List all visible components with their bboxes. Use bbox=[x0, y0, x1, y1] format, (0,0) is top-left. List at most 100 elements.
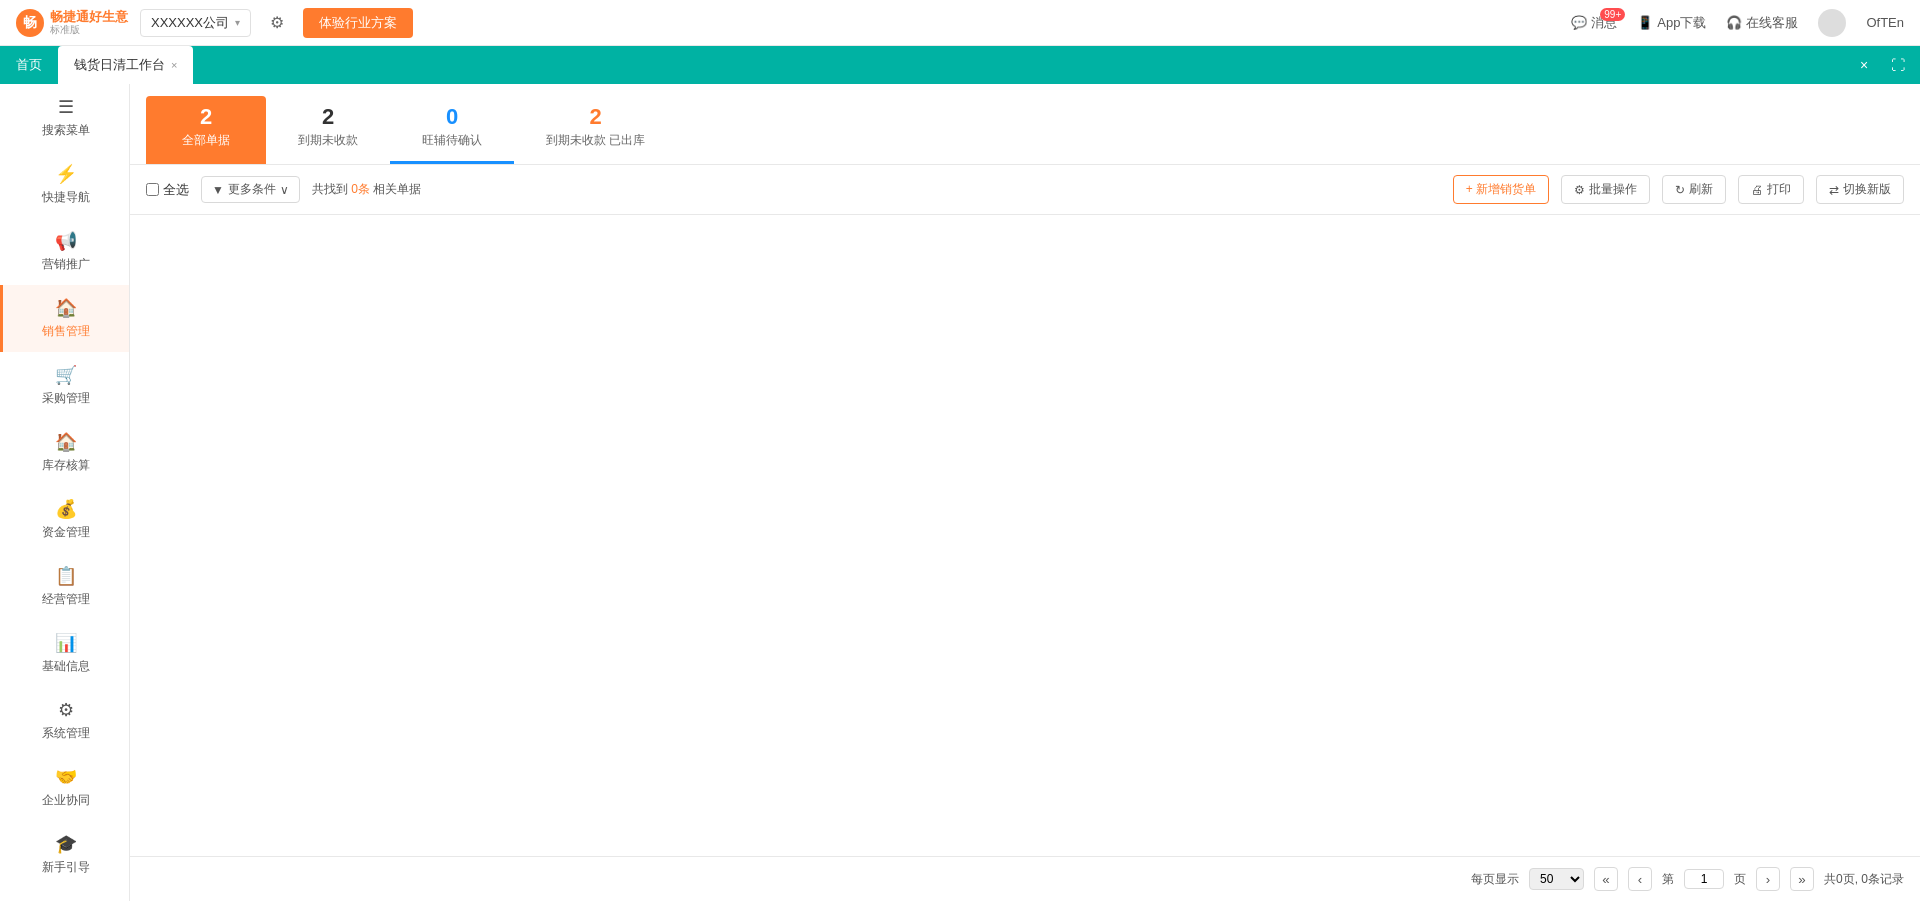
tab-expand-icon[interactable]: ⛶ bbox=[1886, 53, 1910, 77]
stat-tab-unshipped[interactable]: 2 到期未收款 已出库 bbox=[514, 96, 677, 164]
pagination-bar: 每页显示 50 10 20 100 « ‹ 第 页 › » 共0页, 0条记录 bbox=[130, 856, 1920, 901]
app-download-action[interactable]: 📱 App下载 bbox=[1637, 14, 1706, 32]
message-icon: 💬 bbox=[1571, 15, 1587, 30]
sidebar-label-capital-mgmt: 资金管理 bbox=[42, 524, 90, 541]
add-sales-order-button[interactable]: + 新增销货单 bbox=[1453, 175, 1549, 204]
sidebar-item-quick-nav[interactable]: ⚡ 快捷导航 bbox=[0, 151, 129, 218]
sidebar-item-beginner-guide[interactable]: 🎓 新手引导 bbox=[0, 821, 129, 888]
sidebar-item-operations-mgmt[interactable]: 📋 经营管理 bbox=[0, 553, 129, 620]
sidebar-label-inventory: 库存核算 bbox=[42, 457, 90, 474]
page-number-input[interactable] bbox=[1684, 869, 1724, 889]
found-suffix: 相关单据 bbox=[373, 182, 421, 196]
logo-text-sub: 标准版 bbox=[50, 24, 128, 36]
tab-collapse-icon[interactable]: × bbox=[1852, 53, 1876, 77]
first-page-button[interactable]: « bbox=[1594, 867, 1618, 891]
sidebar: ☰ 搜索菜单 ⚡ 快捷导航 📢 营销推广 🏠 销售管理 🛒 采购管理 🏠 库存核… bbox=[0, 84, 130, 901]
sidebar-item-enterprise-collab[interactable]: 🤝 企业协同 bbox=[0, 754, 129, 821]
last-page-button[interactable]: » bbox=[1790, 867, 1814, 891]
toolbar-right: + 新增销货单 ⚙ 批量操作 ↻ 刷新 🖨 打印 ⇄ 切换新版 bbox=[1453, 175, 1904, 204]
print-icon: 🖨 bbox=[1751, 183, 1763, 197]
select-all-label: 全选 bbox=[163, 181, 189, 199]
prev-page-button[interactable]: ‹ bbox=[1628, 867, 1652, 891]
page-label: 第 bbox=[1662, 871, 1674, 888]
switch-version-button[interactable]: ⇄ 切换新版 bbox=[1816, 175, 1904, 204]
print-button[interactable]: 🖨 打印 bbox=[1738, 175, 1804, 204]
app-download-label: App下载 bbox=[1657, 14, 1706, 32]
sales-mgmt-icon: 🏠 bbox=[55, 297, 77, 319]
online-service-action[interactable]: 🎧 在线客服 bbox=[1726, 14, 1798, 32]
sidebar-label-sales-mgmt: 销售管理 bbox=[42, 323, 90, 340]
header-left: 畅 畅捷通好生意 标准版 XXXXXX公司 ▾ ⚙ 体验行业方案 bbox=[16, 8, 413, 38]
sidebar-item-basic-info[interactable]: 📊 基础信息 bbox=[0, 620, 129, 687]
batch-icon: ⚙ bbox=[1574, 183, 1585, 197]
sidebar-label-marketing: 营销推广 bbox=[42, 256, 90, 273]
tab-bar-actions: × ⛶ bbox=[1852, 53, 1920, 77]
stat-count-overdue: 2 bbox=[322, 104, 334, 130]
headset-icon: 🎧 bbox=[1726, 15, 1742, 30]
beginner-guide-icon: 🎓 bbox=[55, 833, 77, 855]
sidebar-item-search-menu[interactable]: ☰ 搜索菜单 bbox=[0, 84, 129, 151]
marketing-icon: 📢 bbox=[55, 230, 77, 252]
chevron-down-icon: ▾ bbox=[235, 17, 240, 28]
operations-mgmt-icon: 📋 bbox=[55, 565, 77, 587]
top-header: 畅 畅捷通好生意 标准版 XXXXXX公司 ▾ ⚙ 体验行业方案 💬 消息 99… bbox=[0, 0, 1920, 46]
switch-label: 切换新版 bbox=[1843, 181, 1891, 198]
refresh-button[interactable]: ↻ 刷新 bbox=[1662, 175, 1726, 204]
per-page-select[interactable]: 50 10 20 100 bbox=[1529, 868, 1584, 890]
content-area: 2 全部单据 2 到期未收款 0 旺辅待确认 2 到期未收款 已出库 全选 bbox=[130, 84, 1920, 901]
sidebar-item-app-center[interactable]: 📦 应用中心 bbox=[0, 888, 129, 901]
stat-label-overdue: 到期未收款 bbox=[298, 132, 358, 149]
user-name: OfTEn bbox=[1866, 15, 1904, 30]
tab-cash-work[interactable]: 钱货日清工作台 × bbox=[58, 46, 193, 84]
sidebar-item-capital-mgmt[interactable]: 💰 资金管理 bbox=[0, 486, 129, 553]
filter-label: 更多条件 bbox=[228, 181, 276, 198]
logo-icon: 畅 bbox=[16, 9, 44, 37]
purchase-mgmt-icon: 🛒 bbox=[55, 364, 77, 386]
stat-label-wangpu: 旺辅待确认 bbox=[422, 132, 482, 149]
sidebar-item-marketing[interactable]: 📢 营销推广 bbox=[0, 218, 129, 285]
capital-mgmt-icon: 💰 bbox=[55, 498, 77, 520]
sidebar-item-system-mgmt[interactable]: ⚙ 系统管理 bbox=[0, 687, 129, 754]
sidebar-label-beginner-guide: 新手引导 bbox=[42, 859, 90, 876]
stat-tab-all[interactable]: 2 全部单据 bbox=[146, 96, 266, 164]
company-selector[interactable]: XXXXXX公司 ▾ bbox=[140, 9, 251, 37]
stat-label-unshipped: 到期未收款 已出库 bbox=[546, 132, 645, 149]
sidebar-item-inventory[interactable]: 🏠 库存核算 bbox=[0, 419, 129, 486]
stat-tab-wangpu[interactable]: 0 旺辅待确认 bbox=[390, 96, 514, 164]
stat-tab-overdue[interactable]: 2 到期未收款 bbox=[266, 96, 390, 164]
select-all-checkbox[interactable]: 全选 bbox=[146, 181, 189, 199]
tab-home[interactable]: 首页 bbox=[0, 46, 58, 84]
stat-count-all: 2 bbox=[200, 104, 212, 130]
table-area bbox=[130, 215, 1920, 856]
messages-action[interactable]: 💬 消息 99+ bbox=[1571, 14, 1617, 32]
tab-cash-work-label: 钱货日清工作台 bbox=[74, 56, 165, 74]
quick-nav-icon: ⚡ bbox=[55, 163, 77, 185]
filter-button[interactable]: ▼ 更多条件 ∨ bbox=[201, 176, 300, 203]
tab-close-icon[interactable]: × bbox=[171, 59, 177, 71]
sidebar-label-search-menu: 搜索菜单 bbox=[42, 122, 90, 139]
per-page-label: 每页显示 bbox=[1471, 871, 1519, 888]
select-all-input[interactable] bbox=[146, 183, 159, 196]
stat-label-all: 全部单据 bbox=[182, 132, 230, 149]
avatar[interactable] bbox=[1818, 9, 1846, 37]
tab-bar: 首页 钱货日清工作台 × × ⛶ bbox=[0, 46, 1920, 84]
sidebar-label-basic-info: 基础信息 bbox=[42, 658, 90, 675]
header-right: 💬 消息 99+ 📱 App下载 🎧 在线客服 OfTEn bbox=[1571, 9, 1904, 37]
search-menu-icon: ☰ bbox=[58, 96, 74, 118]
sidebar-item-sales-mgmt[interactable]: 🏠 销售管理 bbox=[0, 285, 129, 352]
trial-button[interactable]: 体验行业方案 bbox=[303, 8, 413, 38]
stat-count-wangpu: 0 bbox=[446, 104, 458, 130]
switch-icon: ⇄ bbox=[1829, 183, 1839, 197]
sidebar-label-purchase-mgmt: 采购管理 bbox=[42, 390, 90, 407]
toolbar: 全选 ▼ 更多条件 ∨ 共找到 0条 相关单据 + 新增销货单 ⚙ 批量操作 bbox=[130, 165, 1920, 215]
sidebar-label-system-mgmt: 系统管理 bbox=[42, 725, 90, 742]
company-name: XXXXXX公司 bbox=[151, 14, 229, 32]
sidebar-label-operations-mgmt: 经营管理 bbox=[42, 591, 90, 608]
sidebar-item-purchase-mgmt[interactable]: 🛒 采购管理 bbox=[0, 352, 129, 419]
logo-text-main: 畅捷通好生意 bbox=[50, 9, 128, 25]
settings-icon[interactable]: ⚙ bbox=[263, 9, 291, 37]
stats-tabs: 2 全部单据 2 到期未收款 0 旺辅待确认 2 到期未收款 已出库 bbox=[130, 84, 1920, 165]
next-page-button[interactable]: › bbox=[1756, 867, 1780, 891]
batch-operation-button[interactable]: ⚙ 批量操作 bbox=[1561, 175, 1650, 204]
print-label: 打印 bbox=[1767, 181, 1791, 198]
